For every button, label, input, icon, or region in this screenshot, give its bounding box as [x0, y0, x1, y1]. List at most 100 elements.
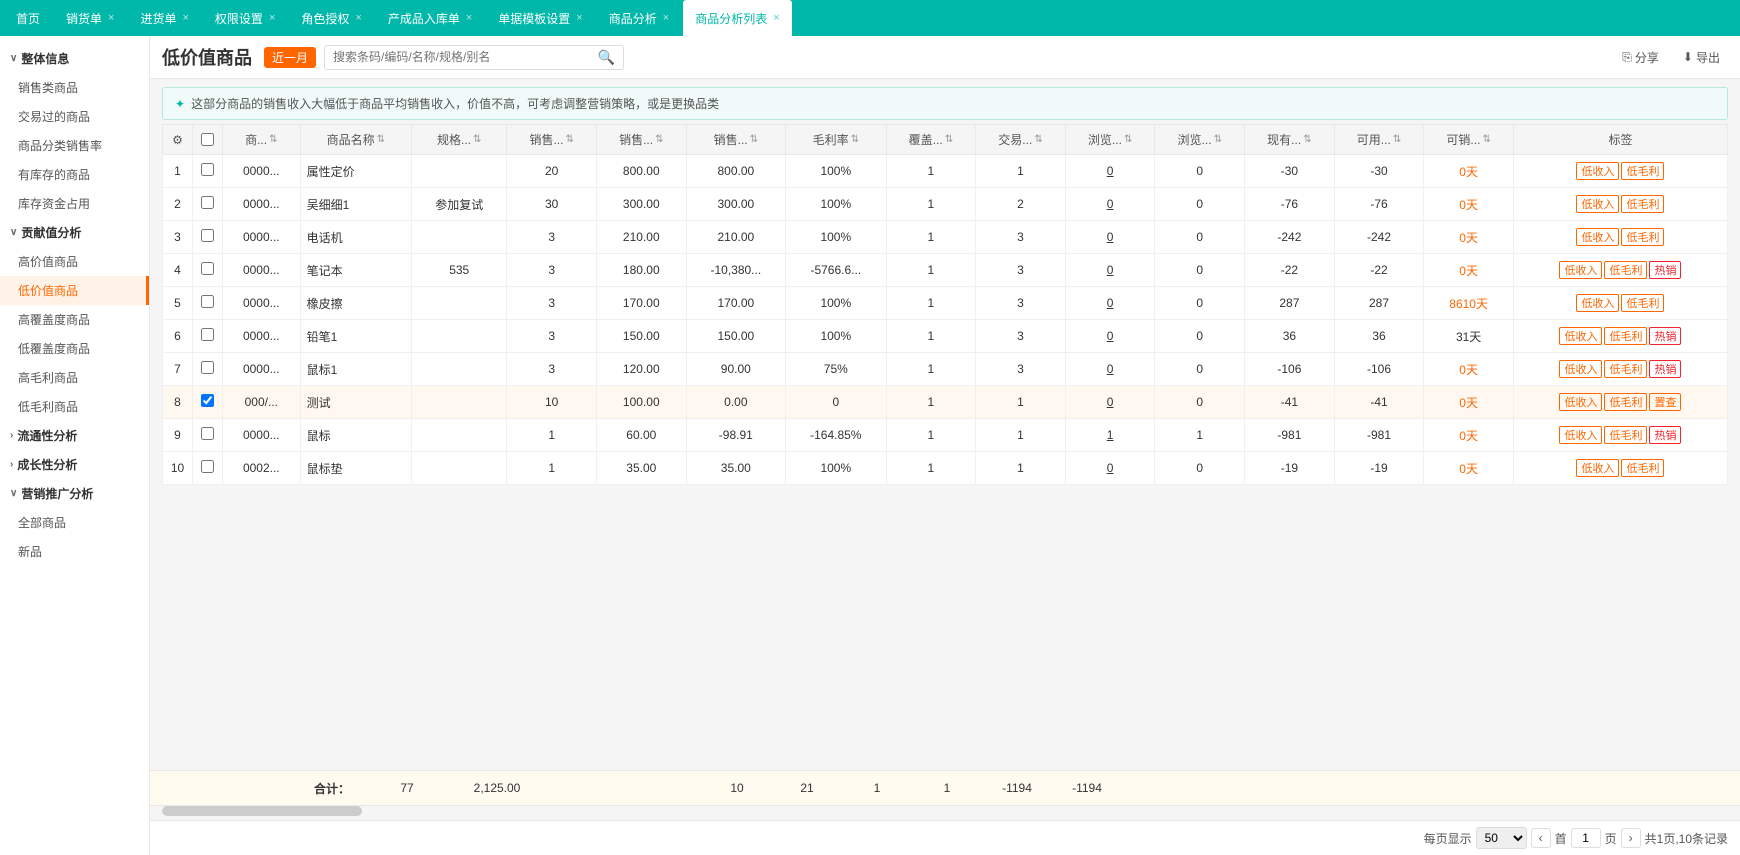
- nav-purchase[interactable]: 进货单 ×: [128, 0, 200, 36]
- sort-icon-5[interactable]: ⇅: [655, 134, 663, 145]
- sort-icon-2[interactable]: ⇅: [377, 134, 385, 145]
- nav-product-analysis-list[interactable]: 商品分析列表 ×: [683, 0, 791, 36]
- row-check[interactable]: [193, 353, 223, 386]
- sidebar-item-traded-goods[interactable]: 交易过的商品: [0, 102, 149, 131]
- search-icon[interactable]: 🔍: [598, 49, 615, 66]
- col-sales-xxx-header[interactable]: 销售...⇅: [686, 125, 785, 155]
- select-all-checkbox[interactable]: [201, 133, 214, 146]
- sidebar-item-low-gross[interactable]: 低毛利商品: [0, 392, 149, 421]
- first-page-btn[interactable]: ‹: [1531, 828, 1551, 848]
- row-checkbox[interactable]: [201, 427, 214, 440]
- browse1-link[interactable]: 0: [1107, 164, 1114, 178]
- browse1-link[interactable]: 0: [1107, 197, 1114, 211]
- col-sales-qty-header[interactable]: 销售...⇅: [507, 125, 597, 155]
- row-check[interactable]: [193, 320, 223, 353]
- row-browse1[interactable]: 1: [1065, 419, 1155, 452]
- sort-icon-12[interactable]: ⇅: [1303, 134, 1311, 145]
- row-check[interactable]: [193, 188, 223, 221]
- sidebar-item-high-value[interactable]: 高价值商品: [0, 247, 149, 276]
- col-tags-header[interactable]: 标签: [1513, 125, 1727, 155]
- row-browse1[interactable]: 0: [1065, 353, 1155, 386]
- sidebar-item-stock-capital[interactable]: 库存资金占用: [0, 189, 149, 218]
- nav-permission-close[interactable]: ×: [269, 12, 275, 24]
- browse1-link[interactable]: 0: [1107, 395, 1114, 409]
- col-code-header[interactable]: 商...⇅: [223, 125, 301, 155]
- nav-product-analysis[interactable]: 商品分析 ×: [597, 0, 681, 36]
- sidebar-item-category-rate[interactable]: 商品分类销售率: [0, 131, 149, 160]
- nav-template-close[interactable]: ×: [576, 12, 582, 24]
- col-cover-header[interactable]: 覆盖...⇅: [886, 125, 976, 155]
- search-input[interactable]: [333, 50, 594, 64]
- row-browse1[interactable]: 0: [1065, 254, 1155, 287]
- col-browse2-header[interactable]: 浏览...⇅: [1155, 125, 1245, 155]
- sort-icon-11[interactable]: ⇅: [1214, 134, 1222, 145]
- row-checkbox[interactable]: [201, 394, 214, 407]
- sort-icon-13[interactable]: ⇅: [1393, 134, 1401, 145]
- row-browse1[interactable]: 0: [1065, 287, 1155, 320]
- col-stock-header[interactable]: 现有...⇅: [1245, 125, 1335, 155]
- row-checkbox[interactable]: [201, 196, 214, 209]
- row-checkbox[interactable]: [201, 460, 214, 473]
- browse1-link[interactable]: 0: [1107, 263, 1114, 277]
- browse1-link[interactable]: 0: [1107, 230, 1114, 244]
- nav-purchase-close[interactable]: ×: [182, 12, 188, 24]
- sort-icon-9[interactable]: ⇅: [1034, 134, 1042, 145]
- nav-product-in-close[interactable]: ×: [466, 12, 472, 24]
- horizontal-scrollbar[interactable]: [162, 806, 1728, 816]
- row-checkbox[interactable]: [201, 262, 214, 275]
- share-button[interactable]: ⎘ 分享: [1614, 46, 1667, 69]
- scrollbar-thumb[interactable]: [162, 806, 362, 816]
- sort-icon-10[interactable]: ⇅: [1124, 134, 1132, 145]
- col-trade-header[interactable]: 交易...⇅: [976, 125, 1066, 155]
- sidebar-group-contribution[interactable]: ∨ 贡献值分析: [0, 218, 149, 247]
- sidebar-item-stock-goods[interactable]: 有库存的商品: [0, 160, 149, 189]
- row-check[interactable]: [193, 287, 223, 320]
- row-browse1[interactable]: 0: [1065, 452, 1155, 485]
- row-check[interactable]: [193, 155, 223, 188]
- col-browse1-header[interactable]: 浏览...⇅: [1065, 125, 1155, 155]
- per-page-select[interactable]: 50 100 200: [1476, 827, 1527, 849]
- sort-icon-6[interactable]: ⇅: [750, 134, 758, 145]
- row-check[interactable]: [193, 452, 223, 485]
- nav-product-in[interactable]: 产成品入库单 ×: [376, 0, 484, 36]
- sort-icon-14[interactable]: ⇅: [1482, 134, 1490, 145]
- row-browse1[interactable]: 0: [1065, 320, 1155, 353]
- export-button[interactable]: ⬇ 导出: [1675, 46, 1728, 69]
- sidebar-item-low-cover[interactable]: 低覆盖度商品: [0, 334, 149, 363]
- row-check[interactable]: [193, 419, 223, 452]
- row-checkbox[interactable]: [201, 229, 214, 242]
- browse1-link[interactable]: 1: [1107, 428, 1114, 442]
- nav-role[interactable]: 角色授权 ×: [289, 0, 373, 36]
- sort-icon[interactable]: ⇅: [269, 134, 277, 145]
- col-gross-header[interactable]: 毛利率⇅: [786, 125, 887, 155]
- nav-permission[interactable]: 权限设置 ×: [203, 0, 287, 36]
- sidebar-group-growth[interactable]: › 成长性分析: [0, 450, 149, 479]
- sidebar-item-new-goods[interactable]: 新品: [0, 537, 149, 566]
- browse1-link[interactable]: 0: [1107, 461, 1114, 475]
- browse1-link[interactable]: 0: [1107, 362, 1114, 376]
- browse1-link[interactable]: 0: [1107, 329, 1114, 343]
- row-check[interactable]: [193, 221, 223, 254]
- col-available-header[interactable]: 可用...⇅: [1334, 125, 1424, 155]
- sort-icon-7[interactable]: ⇅: [851, 134, 859, 145]
- sidebar-item-sales-goods[interactable]: 销售类商品: [0, 73, 149, 102]
- row-checkbox[interactable]: [201, 328, 214, 341]
- nav-product-analysis-list-close[interactable]: ×: [773, 12, 779, 24]
- nav-role-close[interactable]: ×: [355, 12, 361, 24]
- row-browse1[interactable]: 0: [1065, 386, 1155, 419]
- next-page-btn[interactable]: ›: [1621, 828, 1641, 848]
- sidebar-item-high-cover[interactable]: 高覆盖度商品: [0, 305, 149, 334]
- nav-sales-close[interactable]: ×: [108, 12, 114, 24]
- sidebar-group-overall[interactable]: ∨ 整体信息: [0, 44, 149, 73]
- sidebar-item-high-gross[interactable]: 高毛利商品: [0, 363, 149, 392]
- col-sales-amt-header[interactable]: 销售...⇅: [596, 125, 686, 155]
- col-spec-header[interactable]: 规格...⇅: [412, 125, 507, 155]
- time-filter-btn[interactable]: 近一月: [264, 47, 316, 68]
- col-salable-header[interactable]: 可销...⇅: [1424, 125, 1514, 155]
- row-browse1[interactable]: 0: [1065, 188, 1155, 221]
- sort-icon-3[interactable]: ⇅: [473, 134, 481, 145]
- sidebar-group-marketing[interactable]: ∨ 营销推广分析: [0, 479, 149, 508]
- nav-template[interactable]: 单据模板设置 ×: [486, 0, 594, 36]
- row-check[interactable]: [193, 386, 223, 419]
- row-check[interactable]: [193, 254, 223, 287]
